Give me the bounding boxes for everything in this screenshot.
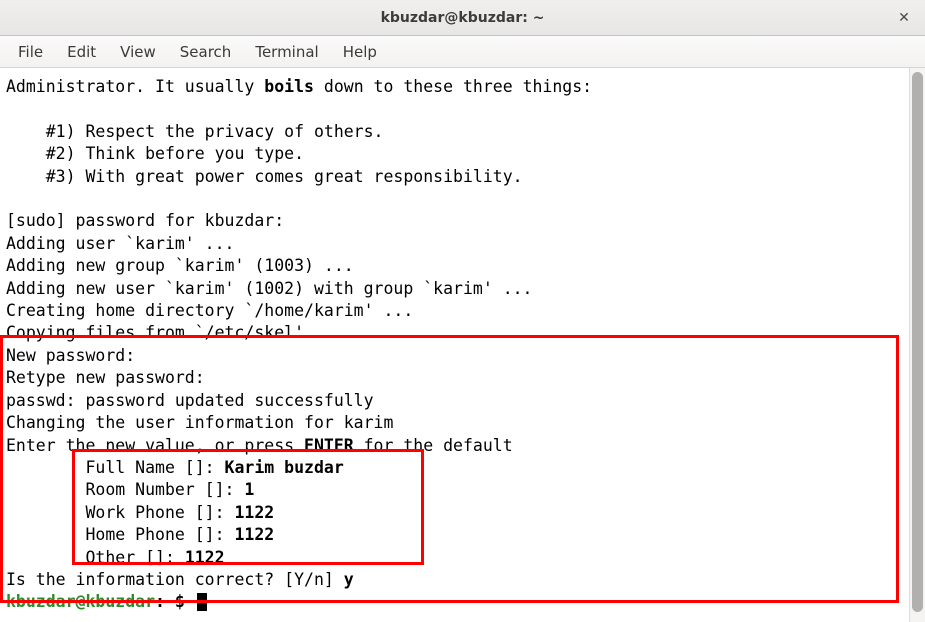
term-line: Is the information correct? [Y/n] [6,570,344,589]
term-line: Adding user `karim' ... [6,234,234,253]
cursor-icon [197,593,207,611]
term-line: Administrator. It usually [6,77,264,96]
terminal-viewport[interactable]: Administrator. It usually boils down to … [0,68,909,622]
terminal-area: Administrator. It usually boils down to … [0,68,925,622]
term-line: down to these three things: [314,77,592,96]
menu-terminal[interactable]: Terminal [245,39,328,65]
term-input-value: y [344,570,354,589]
term-line-bold: boils [264,77,314,96]
term-input-value: 1122 [234,503,274,522]
scrollbar-thumb[interactable] [912,72,923,612]
menu-view[interactable]: View [110,39,166,65]
term-line: New password: [6,346,145,365]
term-line: Room Number []: [6,480,244,499]
prompt-user-host: kbuzdar@kbuzdar [6,592,155,611]
menu-search[interactable]: Search [170,39,242,65]
menu-bar: File Edit View Search Terminal Help [0,36,925,68]
term-line: Adding new group `karim' (1003) ... [6,256,354,275]
prompt-separator: : [155,592,165,611]
term-input-value: Karim buzdar [225,458,344,477]
term-line: Other []: [6,548,185,567]
window-title: kbuzdar@kbuzdar: ~ [381,10,545,26]
term-line-bold: ENTER [304,436,354,455]
term-input-value: 1122 [185,548,225,567]
term-line: Creating home directory `/home/karim' ..… [6,301,413,320]
term-line: Work Phone []: [6,503,234,522]
term-line: passwd: password updated successfully [6,391,374,410]
menu-file[interactable]: File [8,39,53,65]
term-line: Copying files from `/etc/skel' ... [6,323,344,342]
term-line: [sudo] password for kbuzdar: [6,211,294,230]
term-line: Home Phone []: [6,525,234,544]
terminal-content: Administrator. It usually boils down to … [6,76,903,614]
term-line: Enter the new value, or press [6,436,304,455]
term-line: Changing the user information for karim [6,413,393,432]
menu-edit[interactable]: Edit [57,39,106,65]
term-line: Adding new user `karim' (1002) with grou… [6,279,533,298]
term-line: #1) Respect the privacy of others. [6,122,384,141]
term-line: Retype new password: [6,368,215,387]
term-input-value: 1 [244,480,254,499]
prompt-dollar: $ [175,592,195,611]
term-input-value: 1122 [234,525,274,544]
close-icon[interactable]: ✕ [895,9,913,27]
term-line: Full Name []: [6,458,225,477]
window-titlebar: kbuzdar@kbuzdar: ~ ✕ [0,0,925,36]
menu-help[interactable]: Help [333,39,387,65]
term-line: #2) Think before you type. [6,144,304,163]
prompt-path: ~ [165,592,175,611]
scrollbar-vertical[interactable] [909,68,925,622]
term-line: #3) With great power comes great respons… [6,167,523,186]
term-line: for the default [354,436,513,455]
